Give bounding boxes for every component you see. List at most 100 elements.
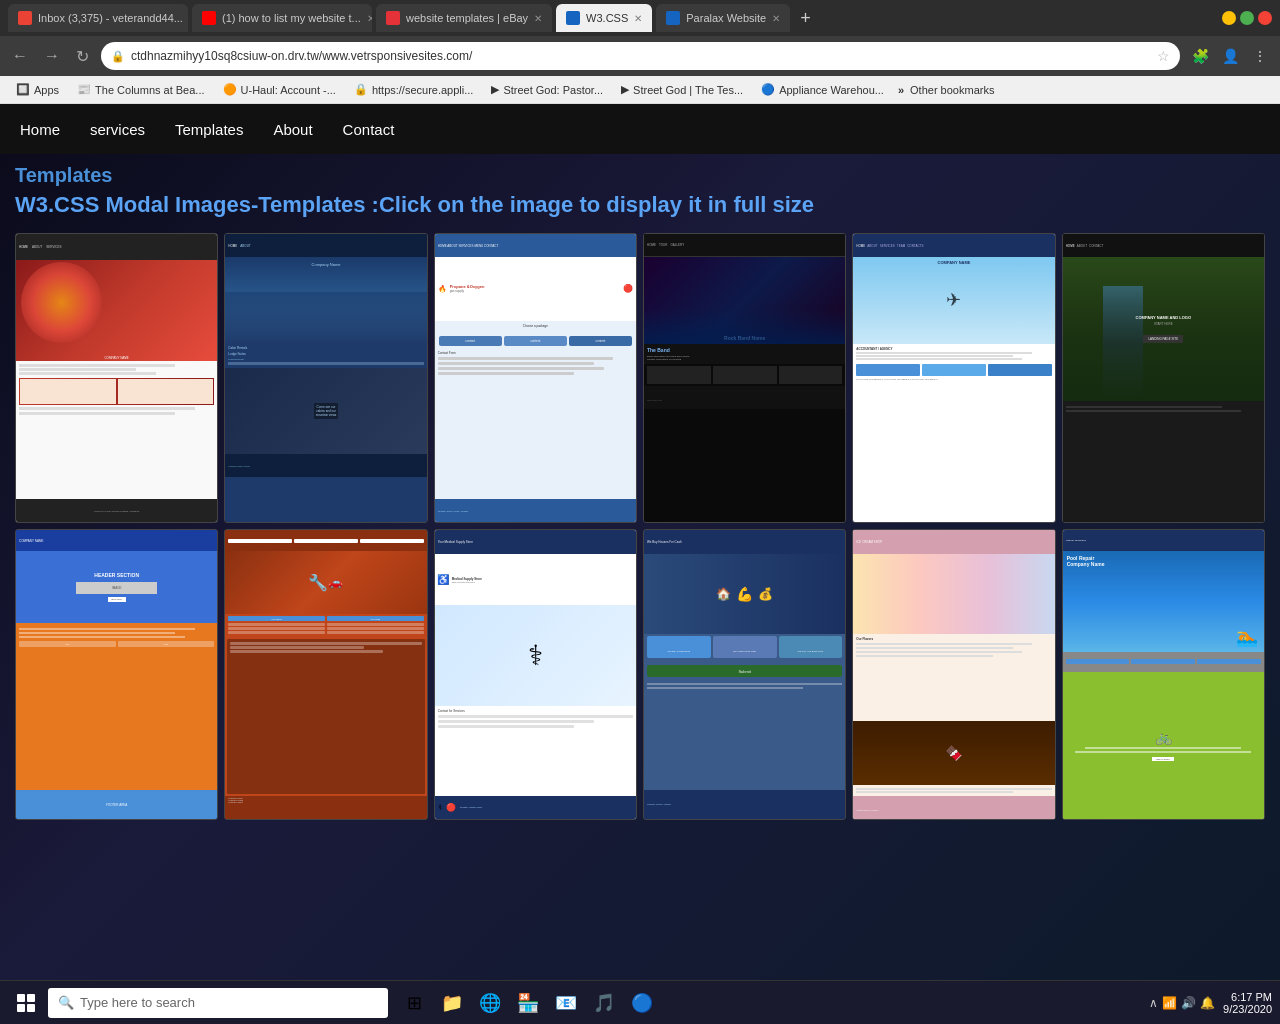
tab-label-4: W3.CSS: [586, 12, 628, 24]
tab-favicon-3: [386, 11, 400, 25]
tray-volume-icon[interactable]: 🔊: [1181, 996, 1196, 1010]
template-card-pool[interactable]: Header Templates Pool RepairCompany Name…: [1062, 529, 1265, 819]
columns-favicon: 📰: [77, 83, 91, 96]
template-card-band[interactable]: HOME TOUR GALLERY Rock Band Name The Ban…: [643, 233, 846, 523]
template-card-landing[interactable]: HOME ABOUT CONTACT COMPANY NAME AND LOGO…: [1062, 233, 1265, 523]
tab-favicon-1: [18, 11, 32, 25]
tab-5[interactable]: Paralax Website ✕: [656, 4, 790, 32]
template-card-airline[interactable]: HOME ABOUT SERVICES TEAM CONTACTS ✈ COMP…: [852, 233, 1055, 523]
extensions-button[interactable]: 🧩: [1188, 44, 1212, 68]
maximize-button[interactable]: [1240, 11, 1254, 25]
columns-label: The Columns at Bea...: [95, 84, 204, 96]
template-card-medical[interactable]: Your Medical Supply Store ♿ Medical Supp…: [434, 529, 637, 819]
template-card-cabin[interactable]: HOME ABOUT Company Name Cabin Rentals Lo…: [224, 233, 427, 523]
template-card-icecream[interactable]: ICE CREAM SHOP Our Flavors: [852, 529, 1055, 819]
nav-home[interactable]: Home: [20, 121, 60, 138]
windows-logo-icon: [17, 994, 35, 1012]
bookmark-star-icon[interactable]: ☆: [1157, 48, 1170, 64]
template-card-cash[interactable]: We Buy Houses For Cash 🏠 💪 💰 We Buy Fore…: [643, 529, 846, 819]
page-content: Templates W3.CSS Modal Images-Templates …: [0, 154, 1280, 830]
nav-templates[interactable]: Templates: [175, 121, 243, 138]
tab-close-5[interactable]: ✕: [772, 13, 780, 24]
bookmark-streetgod1[interactable]: ▶ Street God: Pastor...: [483, 81, 611, 98]
appliance-label: Appliance Warehou...: [779, 84, 884, 96]
breadcrumb: Templates: [15, 164, 1265, 187]
tab-1[interactable]: Inbox (3,375) - veterandd44... ✕: [8, 4, 188, 32]
tab-label-2: (1) how to list my website t...: [222, 12, 361, 24]
tab-2[interactable]: (1) how to list my website t... ✕: [192, 4, 372, 32]
appli-label: https://secure.appli...: [372, 84, 474, 96]
bookmark-appliance[interactable]: 🔵 Appliance Warehou...: [753, 81, 892, 98]
menu-button[interactable]: ⋮: [1248, 44, 1272, 68]
tab-favicon-5: [666, 11, 680, 25]
tab-close-4[interactable]: ✕: [634, 13, 642, 24]
start-button[interactable]: [8, 985, 44, 1021]
nav-contact[interactable]: Contact: [343, 121, 395, 138]
back-button[interactable]: ←: [8, 43, 32, 69]
nav-about[interactable]: About: [273, 121, 312, 138]
window-controls: [1222, 11, 1272, 25]
uhaul-favicon: 🟠: [223, 83, 237, 96]
bookmarks-more[interactable]: »: [898, 84, 904, 96]
tab-4[interactable]: W3.CSS ✕: [556, 4, 652, 32]
tab-favicon-4: [566, 11, 580, 25]
templates-grid-row2: COMPANY NAME HEADER SECTION IMAGE BUTTON: [15, 529, 1265, 819]
taskbar-mail[interactable]: 📧: [548, 985, 584, 1021]
taskbar-store[interactable]: 🏪: [510, 985, 546, 1021]
system-tray-icons: ∧ 📶 🔊 🔔: [1149, 996, 1215, 1010]
minimize-button[interactable]: [1222, 11, 1236, 25]
uhaul-label: U-Haul: Account -...: [241, 84, 336, 96]
apps-favicon: 🔲: [16, 83, 30, 96]
refresh-button[interactable]: ↻: [72, 43, 93, 70]
bookmark-streetgod2[interactable]: ▶ Street God | The Tes...: [613, 81, 751, 98]
page-title: W3.CSS Modal Images-Templates :Click on …: [15, 192, 1265, 218]
url-text: ctdhnazmihyy10sq8csiuw-on.drv.tw/www.vet…: [131, 49, 1151, 63]
nav-services[interactable]: services: [90, 121, 145, 138]
tray-notification-icon[interactable]: 🔔: [1200, 996, 1215, 1010]
bookmark-appli[interactable]: 🔒 https://secure.appli...: [346, 81, 482, 98]
close-button[interactable]: [1258, 11, 1272, 25]
bookmark-apps[interactable]: 🔲 Apps: [8, 81, 67, 98]
taskbar: 🔍 Type here to search ⊞ 📁 🌐 🏪 📧 🎵 🔵 ∧ 📶 …: [0, 980, 1280, 1024]
current-date: 9/23/2020: [1223, 1003, 1272, 1015]
title-bar: Inbox (3,375) - veterandd44... ✕ (1) how…: [0, 0, 1280, 36]
site-nav: Home services Templates About Contact: [0, 104, 1280, 154]
template-card-garage[interactable]: 🔧 🚗 Car models Oil change: [224, 529, 427, 819]
current-time: 6:17 PM: [1231, 991, 1272, 1003]
time-date-display[interactable]: 6:17 PM 9/23/2020: [1223, 991, 1272, 1015]
bookmark-uhaul[interactable]: 🟠 U-Haul: Account -...: [215, 81, 344, 98]
template-card-header-section[interactable]: COMPANY NAME HEADER SECTION IMAGE BUTTON: [15, 529, 218, 819]
streetgod2-favicon: ▶: [621, 83, 629, 96]
taskbar-edge[interactable]: 🌐: [472, 985, 508, 1021]
tab-3[interactable]: website templates | eBay ✕: [376, 4, 552, 32]
profile-button[interactable]: 👤: [1218, 44, 1242, 68]
appli-favicon: 🔒: [354, 83, 368, 96]
tab-close-2[interactable]: ✕: [367, 13, 372, 24]
other-bookmarks[interactable]: Other bookmarks: [910, 84, 994, 96]
nav-icons: 🧩 👤 ⋮: [1188, 44, 1272, 68]
url-bar[interactable]: 🔒 ctdhnazmihyy10sq8csiuw-on.drv.tw/www.v…: [101, 42, 1180, 70]
streetgod2-label: Street God | The Tes...: [633, 84, 743, 96]
taskbar-chrome[interactable]: 🔵: [624, 985, 660, 1021]
new-tab-button[interactable]: +: [794, 8, 817, 29]
tab-close-3[interactable]: ✕: [534, 13, 542, 24]
taskbar-search-bar[interactable]: 🔍 Type here to search: [48, 988, 388, 1018]
search-placeholder: Type here to search: [80, 995, 195, 1010]
search-icon: 🔍: [58, 995, 74, 1010]
taskbar-pinned-items: ⊞ 📁 🌐 🏪 📧 🎵 🔵: [396, 985, 660, 1021]
taskbar-taskview[interactable]: ⊞: [396, 985, 432, 1021]
bookmark-columns[interactable]: 📰 The Columns at Bea...: [69, 81, 212, 98]
template-card-pizza[interactable]: HOME ABOUT SERVICES COMPANY NAME: [15, 233, 218, 523]
appliance-favicon: 🔵: [761, 83, 775, 96]
template-card-propane[interactable]: HOME ABOUT SERVICES MENU CONTACT 🔥 Propa…: [434, 233, 637, 523]
tab-label-3: website templates | eBay: [406, 12, 528, 24]
taskbar-file-explorer[interactable]: 📁: [434, 985, 470, 1021]
tray-network-icon[interactable]: 📶: [1162, 996, 1177, 1010]
taskbar-vlc[interactable]: 🎵: [586, 985, 622, 1021]
tray-up-arrow[interactable]: ∧: [1149, 996, 1158, 1010]
forward-button[interactable]: →: [40, 43, 64, 69]
tab-label-1: Inbox (3,375) - veterandd44...: [38, 12, 183, 24]
lock-icon: 🔒: [111, 50, 125, 63]
apps-label: Apps: [34, 84, 59, 96]
bookmarks-bar: 🔲 Apps 📰 The Columns at Bea... 🟠 U-Haul:…: [0, 76, 1280, 104]
